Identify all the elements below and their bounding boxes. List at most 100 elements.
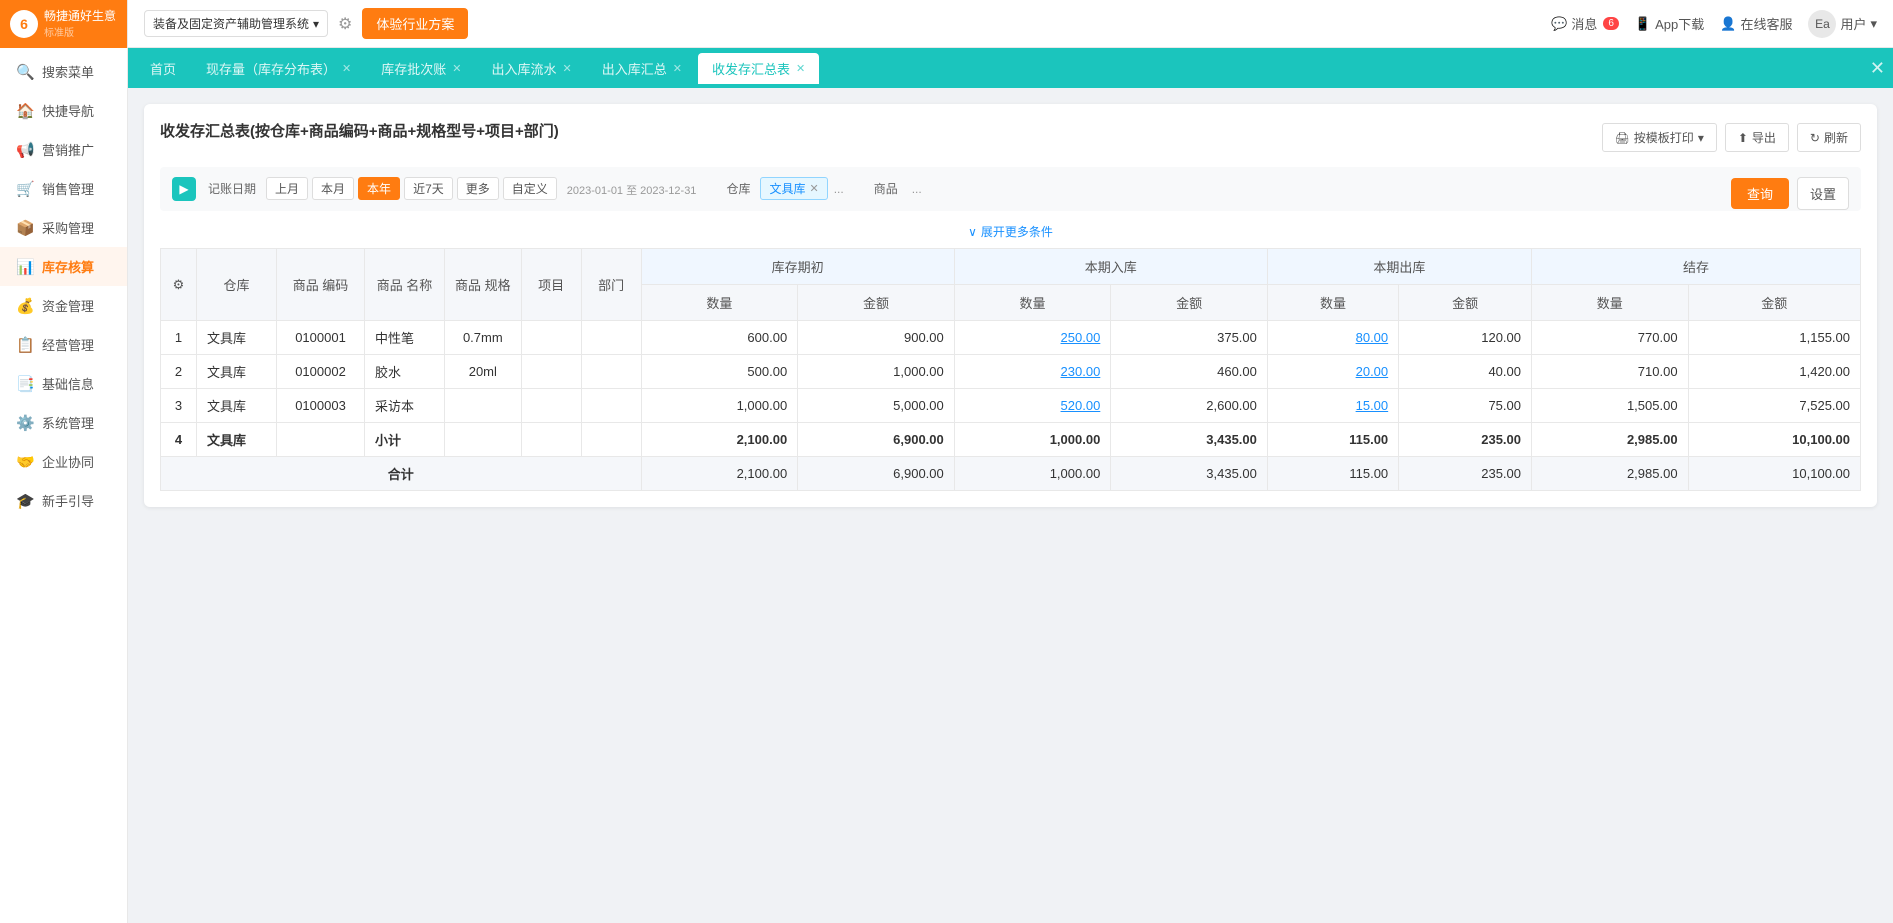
cell-index: 4: [161, 423, 197, 457]
tabbar-close-all[interactable]: ✕: [1870, 58, 1885, 79]
cell-open-qty: 600.00: [641, 321, 798, 355]
tab-close-2[interactable]: ✕: [452, 62, 461, 75]
th-in-amt: 金额: [1111, 285, 1268, 321]
cell-in-qty[interactable]: 230.00: [954, 355, 1111, 389]
tab-close-5[interactable]: ✕: [796, 62, 805, 75]
sys-selector[interactable]: 装备及固定资产辅助管理系统 ▾: [144, 10, 328, 37]
warehouse-filter-label: 仓库: [726, 180, 750, 197]
date-btn-自定义[interactable]: 自定义: [503, 177, 557, 200]
app-download-btn[interactable]: 📱 App下载: [1635, 14, 1704, 33]
tab-2[interactable]: 库存批次账✕: [367, 53, 475, 84]
cell-open-qty: 1,000.00: [641, 389, 798, 423]
th-settings[interactable]: ⚙: [161, 249, 197, 321]
th-group-out: 本期出库: [1267, 249, 1531, 285]
setting-btn[interactable]: 设置: [1797, 177, 1849, 210]
date-btn-更多[interactable]: 更多: [457, 177, 499, 200]
export-btn[interactable]: ⬆ 导出: [1725, 123, 1789, 152]
printer-icon: 🖨: [1615, 131, 1630, 145]
sidebar-icon-system: ⚙️: [16, 414, 34, 432]
sidebar-icon-basic: 📑: [16, 375, 34, 393]
tab-close-4[interactable]: ✕: [673, 62, 682, 75]
online-service-btn[interactable]: 👤 在线客服: [1720, 14, 1792, 33]
sidebar-label-finance: 资金管理: [42, 296, 94, 315]
expand-btn[interactable]: ∨ 展开更多条件: [968, 223, 1053, 240]
messages-btn[interactable]: 💬 消息 6: [1551, 14, 1619, 33]
cell-code: 0100001: [277, 321, 365, 355]
tab-close-3[interactable]: ✕: [563, 62, 572, 75]
cell-out-qty[interactable]: 20.00: [1267, 355, 1398, 389]
date-btn-本年[interactable]: 本年: [358, 177, 400, 200]
cell-out-amt: 40.00: [1399, 355, 1532, 389]
th-project: 项目: [521, 249, 581, 321]
cell-in-qty[interactable]: 250.00: [954, 321, 1111, 355]
page-card: 收发存汇总表(按仓库+商品编码+商品+规格型号+项目+部门) 🖨 按模板打印 ▾…: [144, 104, 1877, 507]
cell-bal-amt: 1,155.00: [1688, 321, 1860, 355]
sidebar-icon-sales: 🛒: [16, 180, 34, 198]
total-label: 合计: [161, 457, 642, 491]
total-out-qty: 115.00: [1267, 457, 1398, 491]
cell-out-qty[interactable]: 80.00: [1267, 321, 1398, 355]
date-btn-上月[interactable]: 上月: [266, 177, 308, 200]
sidebar-item-collab[interactable]: 🤝企业协同: [0, 442, 127, 481]
sidebar-item-sales[interactable]: 🛒 销售管理: [0, 169, 127, 208]
sidebar-item-basic[interactable]: 📑基础信息: [0, 364, 127, 403]
query-btn[interactable]: 查询: [1731, 178, 1789, 209]
cell-in-qty[interactable]: 520.00: [954, 389, 1111, 423]
export-icon: ⬆: [1738, 131, 1748, 145]
sidebar-item-quick-nav[interactable]: 🏠快捷导航: [0, 91, 127, 130]
try-btn[interactable]: 体验行业方案: [362, 8, 468, 39]
tab-5[interactable]: 收发存汇总表✕: [698, 53, 819, 84]
warehouse-tag-close[interactable]: ✕: [809, 182, 818, 195]
sidebar-item-marketing[interactable]: 📢营销推广: [0, 130, 127, 169]
warehouse-tag: 文具库 ✕: [760, 177, 827, 200]
cell-code: [277, 423, 365, 457]
date-btn-本月[interactable]: 本月: [312, 177, 354, 200]
table-row: 1 文具库 0100001 中性笔 0.7mm 600.00 900.00 25…: [161, 321, 1861, 355]
sidebar-item-search[interactable]: 🔍搜索菜单: [0, 52, 127, 91]
th-warehouse: 仓库: [197, 249, 277, 321]
service-icon: 👤: [1720, 16, 1736, 32]
sidebar-item-system[interactable]: ⚙️系统管理: [0, 403, 127, 442]
cell-dept: [581, 321, 641, 355]
sidebar-item-operation[interactable]: 📋经营管理: [0, 325, 127, 364]
warehouse-filter: 文具库 ✕ ...: [760, 177, 843, 200]
product-more[interactable]: ...: [912, 182, 922, 196]
th-group-bal: 结存: [1532, 249, 1861, 285]
cell-out-amt: 75.00: [1399, 389, 1532, 423]
refresh-icon: ↻: [1810, 131, 1820, 145]
messages-badge: 6: [1603, 17, 1619, 30]
tab-close-1[interactable]: ✕: [342, 62, 351, 75]
chevron-down-icon: ∨: [968, 225, 977, 239]
sidebar-item-inventory[interactable]: 📊库存核算: [0, 247, 127, 286]
sidebar-icon-marketing: 📢: [16, 141, 34, 159]
table-row: 4 文具库 小计 2,100.00 6,900.00 1,000.00 3,43…: [161, 423, 1861, 457]
tab-4[interactable]: 出入库汇总✕: [588, 53, 696, 84]
tab-label-1: 现存量（库存分布表）: [206, 59, 336, 78]
print-btn[interactable]: 🖨 按模板打印 ▾: [1602, 123, 1717, 152]
user-menu[interactable]: Ea 用户 ▾: [1808, 10, 1877, 38]
cell-project: [521, 355, 581, 389]
cell-out-qty[interactable]: 15.00: [1267, 389, 1398, 423]
tabbar: 首页现存量（库存分布表）✕库存批次账✕出入库流水✕出入库汇总✕收发存汇总表✕✕: [128, 48, 1893, 88]
date-btn-近7天[interactable]: 近7天: [404, 177, 453, 200]
sidebar-item-purchase[interactable]: 📦采购管理: [0, 208, 127, 247]
warehouse-more[interactable]: ...: [834, 182, 844, 196]
tab-0[interactable]: 首页: [136, 53, 190, 84]
tab-1[interactable]: 现存量（库存分布表） ✕: [192, 53, 365, 84]
sidebar-item-guide[interactable]: 🎓新手引导: [0, 481, 127, 520]
chevron-down-icon: ▾: [1698, 131, 1704, 145]
th-code: 商品 编码: [277, 249, 365, 321]
expand-bar: ∨ 展开更多条件: [160, 223, 1861, 240]
filter-collapse-btn[interactable]: ▶: [172, 177, 196, 201]
tab-3[interactable]: 出入库流水✕: [477, 53, 585, 84]
total-open-qty: 2,100.00: [641, 457, 798, 491]
refresh-btn[interactable]: ↻ 刷新: [1797, 123, 1861, 152]
cell-bal-amt: 7,525.00: [1688, 389, 1860, 423]
cell-bal-qty: 2,985.00: [1532, 423, 1689, 457]
filter-row: 记账日期 上月本月本年近7天更多自定义 2023-01-01 至 2023-12…: [208, 177, 1849, 200]
cell-in-amt: 460.00: [1111, 355, 1268, 389]
date-buttons: 上月本月本年近7天更多自定义: [266, 177, 557, 200]
sidebar-label-sales: 销售管理: [42, 179, 94, 198]
settings-icon[interactable]: ⚙: [338, 14, 352, 34]
sidebar-item-finance[interactable]: 💰资金管理: [0, 286, 127, 325]
